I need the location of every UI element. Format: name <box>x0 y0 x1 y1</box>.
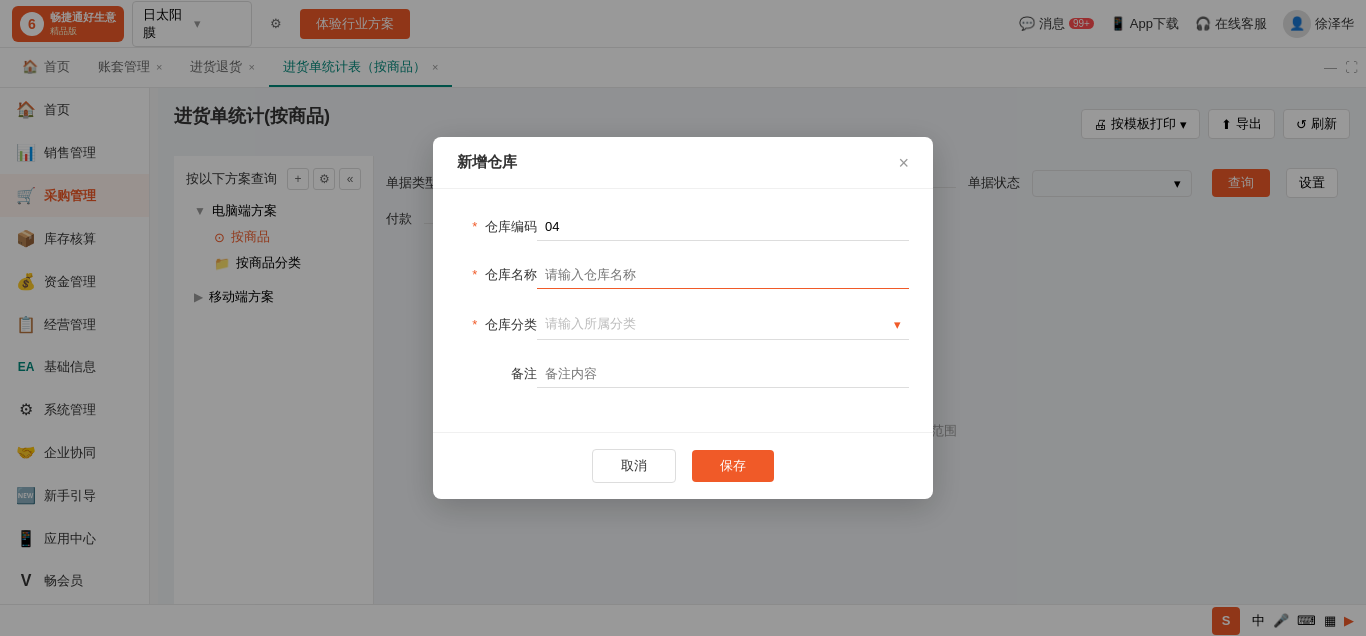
modal-overlay[interactable]: 新增仓库 × * 仓库编码 * 仓库名称 * 仓库分 <box>0 0 1366 636</box>
form-row-name: * 仓库名称 <box>457 261 909 289</box>
form-row-category: * 仓库分类 请输入所属分类 ▾ <box>457 309 909 340</box>
modal-title: 新增仓库 <box>457 153 517 172</box>
name-label: * 仓库名称 <box>457 266 537 284</box>
warehouse-name-input[interactable] <box>537 261 909 289</box>
category-placeholder: 请输入所属分类 <box>545 315 894 333</box>
category-label: * 仓库分类 <box>457 316 537 334</box>
modal-close-button[interactable]: × <box>898 154 909 172</box>
form-row-code: * 仓库编码 <box>457 213 909 241</box>
code-label: * 仓库编码 <box>457 218 537 236</box>
warehouse-code-input[interactable] <box>537 213 909 241</box>
modal-body: * 仓库编码 * 仓库名称 * 仓库分类 请输入所属分类 ▾ <box>433 189 933 432</box>
category-select-wrapper[interactable]: 请输入所属分类 ▾ <box>537 309 909 340</box>
chevron-down-icon: ▾ <box>894 317 901 332</box>
cancel-button[interactable]: 取消 <box>592 449 676 483</box>
form-row-remark: 备注 <box>457 360 909 388</box>
modal-header: 新增仓库 × <box>433 137 933 189</box>
remark-label: 备注 <box>457 365 537 383</box>
save-button[interactable]: 保存 <box>692 450 774 482</box>
remark-input[interactable] <box>537 360 909 388</box>
add-warehouse-modal: 新增仓库 × * 仓库编码 * 仓库名称 * 仓库分 <box>433 137 933 499</box>
modal-footer: 取消 保存 <box>433 432 933 499</box>
